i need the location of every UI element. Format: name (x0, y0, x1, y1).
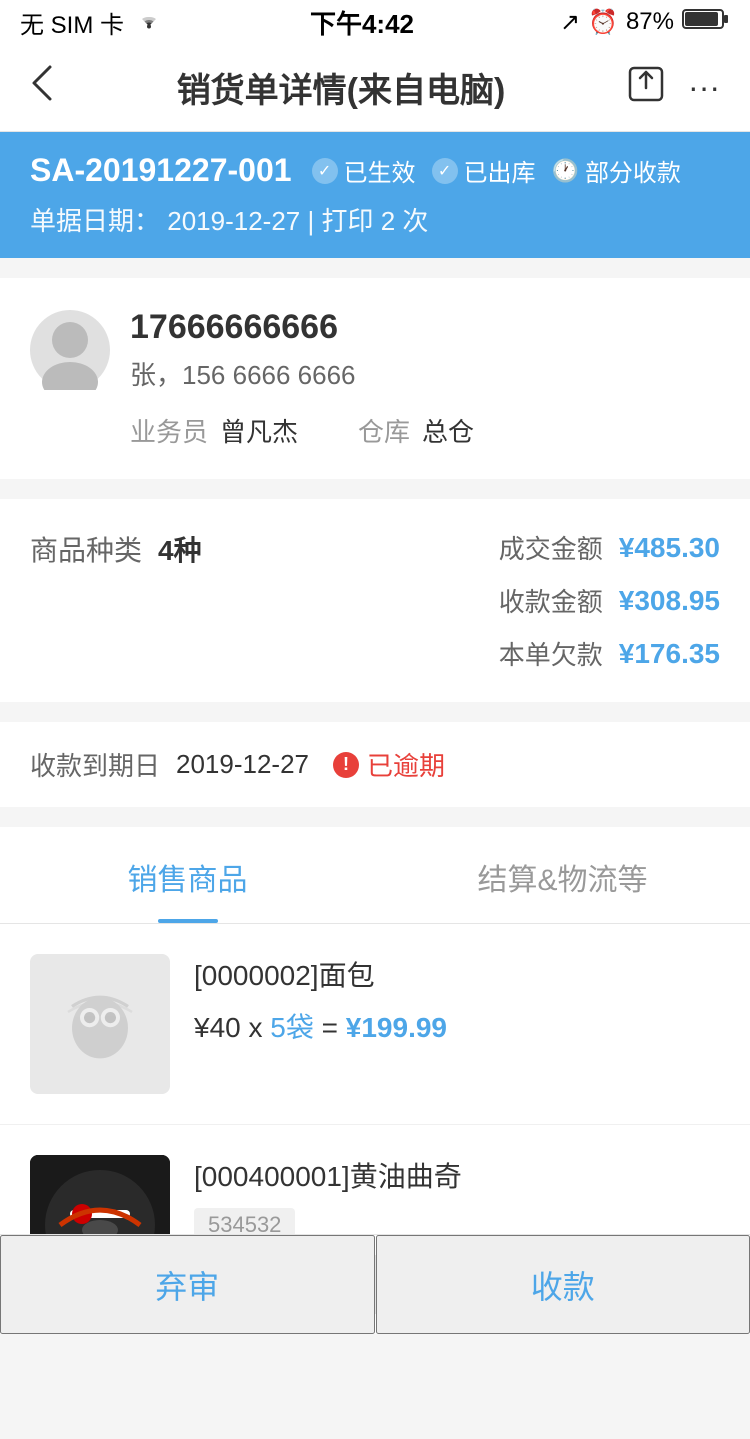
clock-icon: 🕐 (552, 158, 579, 184)
status-bar: 无 SIM 卡 下午4:42 ↗ ⏰ 87% (0, 0, 750, 44)
location-icon: ↗ (560, 8, 580, 37)
product-type-stat: 商品种类 4种 (30, 529, 202, 569)
battery-text: 87% (626, 8, 674, 36)
bottom-action-bar: 弃审 收款 (0, 1234, 750, 1334)
reject-button[interactable]: 弃审 (0, 1235, 375, 1334)
tab-settlement-logistics[interactable]: 结算&物流等 (375, 827, 750, 923)
avatar (30, 310, 110, 390)
nav-bar: 销货单详情(来自电脑) ··· (0, 44, 750, 132)
overdue-text: 已逾期 (367, 746, 445, 783)
page-title: 销货单详情(来自电脑) (177, 63, 506, 112)
debt-amount-stat: 本单欠款 ¥176.35 (499, 635, 720, 672)
check-icon-1: ✓ (312, 158, 338, 184)
stats-section: 商品种类 4种 成交金额 ¥485.30 收款金额 ¥308.95 本单欠款 ¥… (0, 499, 750, 702)
stats-left: 商品种类 4种 (30, 529, 202, 672)
check-icon-2: ✓ (432, 158, 458, 184)
order-id: SA-20191227-001 (30, 152, 292, 189)
product-thumb-bread: 羽+ (30, 954, 170, 1094)
stats-right: 成交金额 ¥485.30 收款金额 ¥308.95 本单欠款 ¥176.35 (499, 529, 720, 672)
status-right: ↗ ⏰ 87% (560, 7, 730, 38)
share-icon[interactable] (628, 66, 664, 109)
collection-amount-stat: 收款金额 ¥308.95 (499, 582, 720, 619)
overdue-badge: ! 已逾期 (333, 746, 445, 783)
back-button[interactable] (30, 63, 54, 112)
tab-sales-product[interactable]: 销售商品 (0, 827, 375, 923)
badge-shipped: ✓ 已出库 (432, 153, 536, 188)
product-name-cookie: [000400001]黄油曲奇 (194, 1155, 720, 1195)
product-price-bread: ¥40 x 5袋 = ¥199.99 (194, 1006, 720, 1046)
wifi-icon (134, 8, 164, 37)
customer-info: 17666666666 张，156 6666 6666 (130, 308, 356, 392)
battery-icon (682, 7, 730, 38)
alarm-icon: ⏰ (588, 8, 618, 37)
customer-section: 17666666666 张，156 6666 6666 业务员 曾凡杰 仓库 总… (0, 278, 750, 479)
salesperson-meta: 业务员 曾凡杰 (130, 412, 298, 449)
status-time: 下午4:42 (310, 4, 414, 41)
order-date-row: 单据日期： 2019-12-27 | 打印 2 次 (30, 201, 720, 238)
product-name-bread: [0000002]面包 (194, 954, 720, 994)
nav-right-actions: ··· (628, 66, 720, 109)
deal-amount-stat: 成交金额 ¥485.30 (499, 529, 720, 566)
order-header-banner: SA-20191227-001 ✓ 已生效 ✓ 已出库 🕐 部分收款 单据日期：… (0, 132, 750, 258)
warehouse-meta: 仓库 总仓 (358, 412, 474, 449)
more-icon[interactable]: ··· (688, 69, 720, 106)
badge-effective: ✓ 已生效 (312, 153, 416, 188)
product-item: 羽+ [0000002]面包 ¥40 x 5袋 = ¥199.99 (0, 924, 750, 1125)
overdue-icon: ! (333, 752, 359, 778)
badge-partial-payment: 🕐 部分收款 (552, 153, 681, 188)
product-tabs: 销售商品 结算&物流等 (0, 827, 750, 924)
network-status: 无 SIM 卡 (20, 5, 124, 40)
product-info-bread: [0000002]面包 ¥40 x 5袋 = ¥199.99 (194, 954, 720, 1094)
status-badges: ✓ 已生效 ✓ 已出库 🕐 部分收款 (312, 153, 681, 188)
due-date-section: 收款到期日 2019-12-27 ! 已逾期 (0, 722, 750, 807)
status-left: 无 SIM 卡 (20, 5, 164, 40)
customer-id: 17666666666 (130, 308, 356, 347)
collect-button[interactable]: 收款 (376, 1235, 750, 1334)
customer-name-phone: 张，156 6666 6666 (130, 355, 356, 392)
svg-text:羽+: 羽+ (91, 1045, 109, 1057)
